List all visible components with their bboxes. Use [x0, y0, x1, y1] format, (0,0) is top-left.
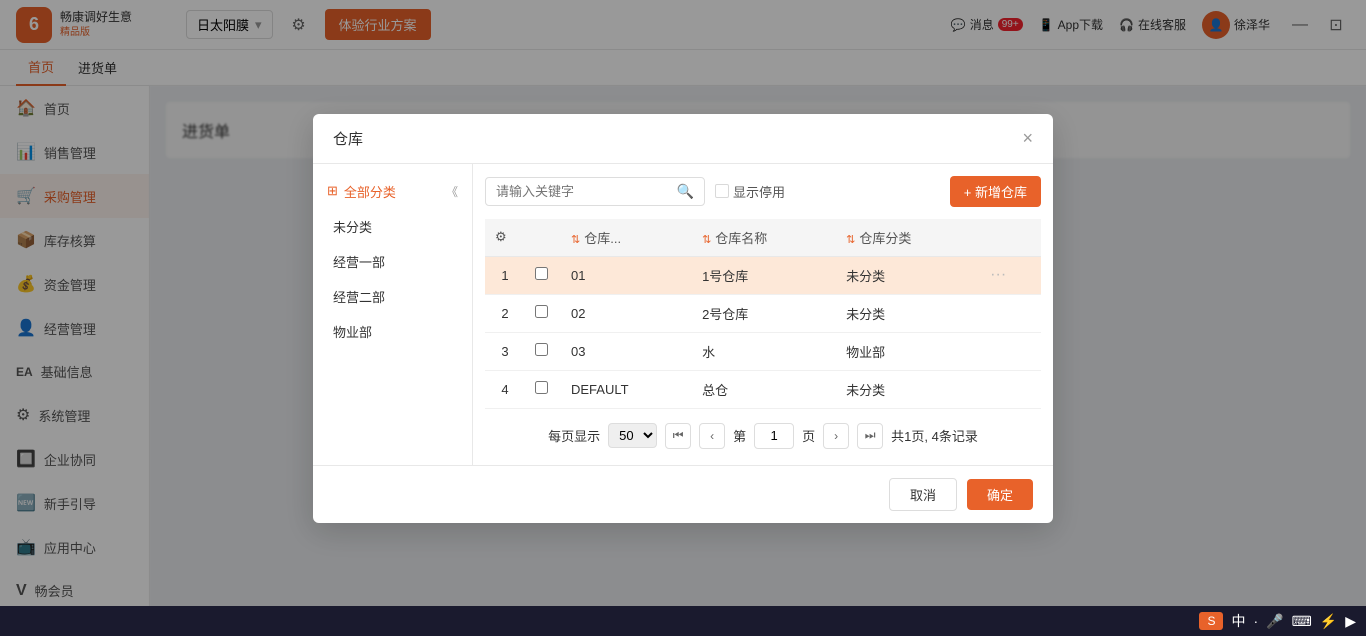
table-area: 🔍 显示停用 + 新增仓库 ⚙	[473, 164, 1053, 465]
table-row[interactable]: 3 03 水 物业部	[485, 332, 1041, 370]
pagination-summary: 共1页, 4条记录	[891, 426, 978, 445]
add-warehouse-button[interactable]: + 新增仓库	[950, 176, 1041, 207]
last-page-button[interactable]: ⏭	[857, 423, 883, 449]
per-page-label: 每页显示	[548, 426, 600, 445]
row-category: 未分类	[836, 294, 980, 332]
play-icon: ▶	[1345, 613, 1356, 630]
confirm-button[interactable]: 确定	[967, 479, 1033, 510]
warehouse-modal: 仓库 × ⊞ 全部分类 《 未分类 经营一部 经营二部 物业部	[313, 114, 1053, 523]
row-category: 未分类	[836, 370, 980, 408]
first-page-button[interactable]: ⏮	[665, 423, 691, 449]
grid-icon: ⊞	[327, 183, 338, 199]
show-disabled-label: 显示停用	[733, 182, 785, 201]
page-label: 第	[733, 426, 746, 445]
row-id: 03	[561, 332, 692, 370]
row-checkbox-cell[interactable]	[525, 332, 561, 370]
table-toolbar: 🔍 显示停用 + 新增仓库	[485, 176, 1041, 207]
modal-title: 仓库	[333, 128, 363, 149]
table-row[interactable]: 2 02 2号仓库 未分类	[485, 294, 1041, 332]
row-name: 2号仓库	[692, 294, 836, 332]
th-settings: ⚙	[485, 219, 525, 257]
cat-item-dept2[interactable]: 经营二部	[313, 279, 472, 314]
warehouse-table: ⚙ ⇅仓库... ⇅仓库名称 ⇅仓库分类	[485, 219, 1041, 409]
table-row[interactable]: 1 01 1号仓库 未分类 ···	[485, 256, 1041, 294]
row-checkbox-cell[interactable]	[525, 370, 561, 408]
page-suffix: 页	[802, 426, 815, 445]
th-warehouse-category[interactable]: ⇅仓库分类	[836, 219, 980, 257]
ime-icon: 中	[1231, 611, 1245, 631]
next-page-button[interactable]: ›	[823, 423, 849, 449]
pagination-bar: 每页显示 50 ⏮ ‹ 第 页 › ⏭ 共1页, 4条记录	[485, 409, 1041, 453]
row-id: 01	[561, 256, 692, 294]
row-actions: ···	[980, 256, 1041, 294]
row-name: 总仓	[692, 370, 836, 408]
status-brand-icon: S	[1199, 612, 1223, 630]
sort-icon: ⇅	[571, 234, 580, 246]
row-actions	[980, 332, 1041, 370]
more-icon[interactable]: ···	[990, 266, 1006, 283]
table-body: 1 01 1号仓库 未分类 ··· 2 02 2号仓库 未分类 3 03 水 物…	[485, 256, 1041, 408]
keyboard-icon: ⌨	[1292, 613, 1312, 630]
th-checkbox	[525, 219, 561, 257]
per-page-select[interactable]: 50	[608, 423, 657, 448]
search-icon: 🔍	[677, 183, 694, 200]
th-warehouse-id[interactable]: ⇅仓库...	[561, 219, 692, 257]
row-category: 物业部	[836, 332, 980, 370]
modal-header: 仓库 ×	[313, 114, 1053, 164]
cat-item-property[interactable]: 物业部	[313, 314, 472, 349]
mic-icon: 🎤	[1266, 613, 1283, 630]
all-categories-label: 全部分类	[344, 182, 396, 201]
row-num: 1	[485, 256, 525, 294]
modal-close-button[interactable]: ×	[1022, 128, 1033, 149]
category-sidebar: ⊞ 全部分类 《 未分类 经营一部 经营二部 物业部	[313, 164, 473, 465]
cat-item-dept1[interactable]: 经营一部	[313, 244, 472, 279]
cancel-button[interactable]: 取消	[889, 478, 957, 511]
cat-item-unclassified[interactable]: 未分类	[313, 209, 472, 244]
row-num: 2	[485, 294, 525, 332]
row-id: DEFAULT	[561, 370, 692, 408]
show-disabled-toggle[interactable]: 显示停用	[715, 182, 785, 201]
show-disabled-checkbox[interactable]	[715, 184, 729, 198]
th-warehouse-name[interactable]: ⇅仓库名称	[692, 219, 836, 257]
page-input[interactable]	[754, 423, 794, 449]
all-categories-item[interactable]: ⊞ 全部分类 《	[313, 174, 472, 209]
collapse-icon[interactable]: 《	[446, 183, 458, 200]
row-category: 未分类	[836, 256, 980, 294]
row-name: 水	[692, 332, 836, 370]
row-id: 02	[561, 294, 692, 332]
dot-icon: ·	[1253, 613, 1258, 629]
row-num: 3	[485, 332, 525, 370]
row-actions	[980, 294, 1041, 332]
prev-page-button[interactable]: ‹	[699, 423, 725, 449]
search-box: 🔍	[485, 177, 705, 206]
row-name: 1号仓库	[692, 256, 836, 294]
row-num: 4	[485, 370, 525, 408]
sort-icon-name: ⇅	[702, 234, 711, 246]
row-checkbox-cell[interactable]	[525, 294, 561, 332]
row-actions	[980, 370, 1041, 408]
status-bar: S 中 · 🎤 ⌨ ⚡ ▶	[0, 606, 1366, 636]
table-row[interactable]: 4 DEFAULT 总仓 未分类	[485, 370, 1041, 408]
bolt-icon: ⚡	[1320, 613, 1337, 630]
row-checkbox-cell[interactable]	[525, 256, 561, 294]
modal-overlay: 仓库 × ⊞ 全部分类 《 未分类 经营一部 经营二部 物业部	[0, 0, 1366, 636]
modal-body: ⊞ 全部分类 《 未分类 经营一部 经营二部 物业部 🔍	[313, 164, 1053, 465]
modal-footer: 取消 确定	[313, 465, 1053, 523]
sort-icon-cat: ⇅	[846, 234, 855, 246]
th-actions	[980, 219, 1041, 257]
search-input[interactable]	[496, 184, 671, 199]
table-header-row: ⚙ ⇅仓库... ⇅仓库名称 ⇅仓库分类	[485, 219, 1041, 257]
